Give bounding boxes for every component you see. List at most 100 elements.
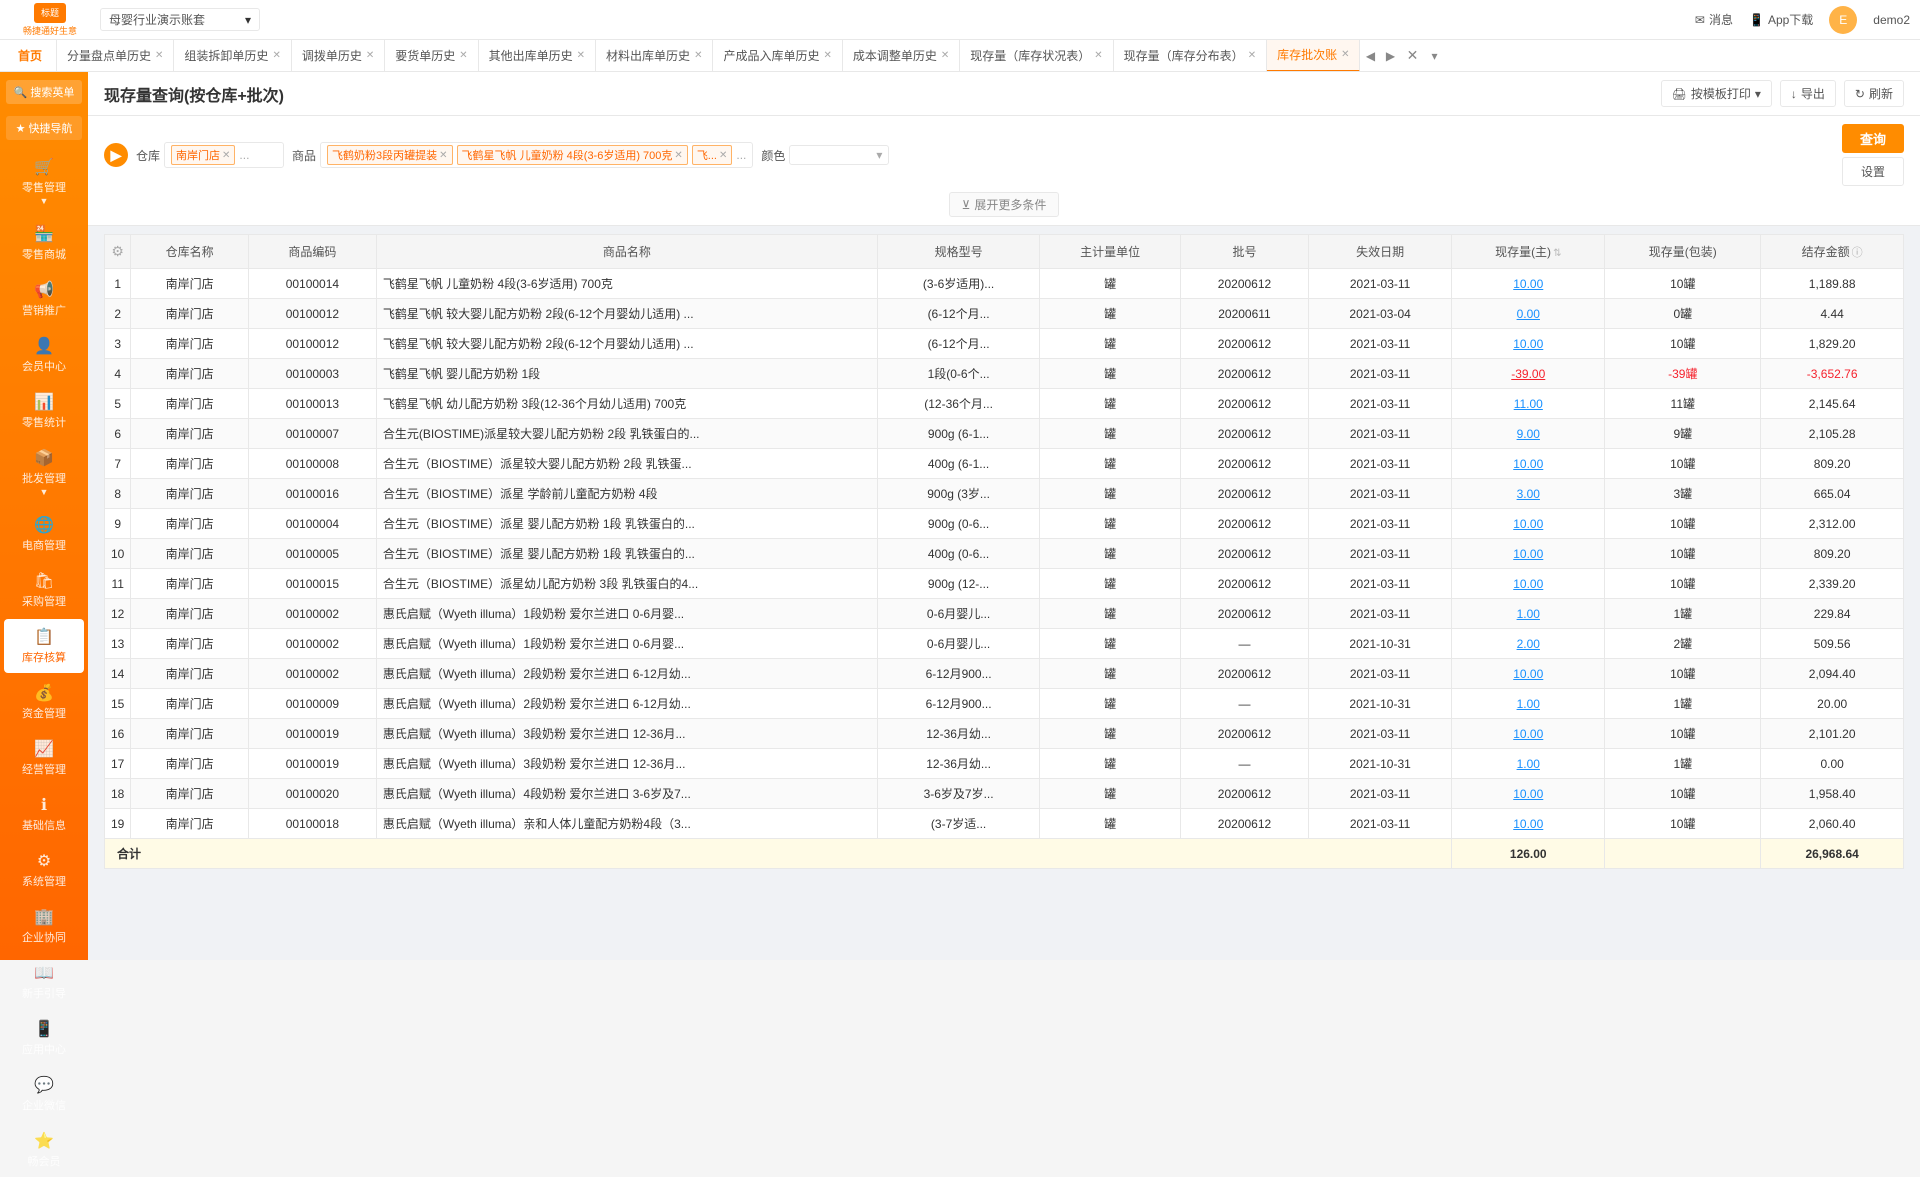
- row-qty[interactable]: 1.00: [1452, 749, 1605, 779]
- tab-stock-status[interactable]: 现存量（库存状况表） ✕: [960, 40, 1113, 72]
- tab-other-out[interactable]: 其他出库单历史 ✕: [479, 40, 596, 72]
- color-tag-container[interactable]: ▾: [789, 145, 889, 165]
- sidebar-item-label: 新手引导: [22, 985, 66, 1001]
- warehouse-tag-close[interactable]: ✕: [222, 150, 230, 161]
- product-tag-container[interactable]: 飞鹤奶粉3段丙罐提装 ✕ 飞鹤星飞帆 儿童奶粉 4段(3-6岁适用) 700克 …: [320, 142, 753, 168]
- row-batch: 20200612: [1181, 599, 1309, 629]
- sidebar-item-label: 电商管理: [22, 537, 66, 553]
- tab-close-stock-dist[interactable]: ✕: [1248, 50, 1256, 61]
- row-qty[interactable]: 9.00: [1452, 419, 1605, 449]
- row-warehouse: 南岸门店: [131, 419, 249, 449]
- sidebar-item-inventory[interactable]: 📋 库存核算: [4, 619, 84, 673]
- sidebar-item-system[interactable]: ⚙ 系统管理: [4, 843, 84, 897]
- message-icon: ✉: [1695, 13, 1705, 27]
- sidebar-item-app-center[interactable]: 📱 应用中心: [4, 1011, 84, 1065]
- avatar[interactable]: E: [1829, 6, 1857, 34]
- export-button[interactable]: ↓ 导出: [1780, 80, 1836, 107]
- sidebar-item-retail-mgmt[interactable]: 🛒 零售管理 ▼: [4, 149, 84, 214]
- row-qty[interactable]: 10.00: [1452, 719, 1605, 749]
- tab-close-other-out[interactable]: ✕: [577, 50, 585, 61]
- tab-transfer[interactable]: 调拨单历史 ✕: [292, 40, 385, 72]
- settings-button[interactable]: 设置: [1842, 157, 1904, 186]
- row-qty[interactable]: 1.00: [1452, 599, 1605, 629]
- sidebar-item-retail-stats[interactable]: 📊 零售统计: [4, 384, 84, 438]
- tab-close-requisition[interactable]: ✕: [459, 50, 467, 61]
- sidebar-item-basic-info[interactable]: ℹ 基础信息: [4, 787, 84, 841]
- row-spec: 12-36月幼...: [877, 749, 1040, 779]
- sidebar-item-guide[interactable]: 📖 新手引导: [4, 955, 84, 1009]
- sidebar-item-member[interactable]: 👤 会员中心: [4, 328, 84, 382]
- tab-close-all-button[interactable]: ✕: [1400, 40, 1424, 72]
- tab-material-out[interactable]: 材料出库单历史 ✕: [596, 40, 713, 72]
- expand-more-button[interactable]: ⊻ 展开更多条件: [949, 192, 1060, 217]
- row-qty[interactable]: 10.00: [1452, 659, 1605, 689]
- tab-close-split-stock[interactable]: ✕: [155, 50, 163, 61]
- product-tag-extra-close[interactable]: ✕: [719, 150, 727, 161]
- user-name[interactable]: demo2: [1873, 13, 1910, 27]
- tab-stock-dist[interactable]: 现存量（库存分布表） ✕: [1114, 40, 1267, 72]
- sidebar-item-enterprise-wechat[interactable]: 💬 企业微信: [4, 1067, 84, 1121]
- industry-selector[interactable]: 母婴行业演示账套 ▾: [100, 8, 260, 31]
- row-qty[interactable]: 10.00: [1452, 449, 1605, 479]
- info-icon[interactable]: ⓘ: [1852, 247, 1863, 259]
- print-button[interactable]: 🖨 按模板打印 ▾: [1661, 80, 1772, 107]
- row-qty[interactable]: 10.00: [1452, 539, 1605, 569]
- product-ellipsis[interactable]: ...: [736, 148, 746, 162]
- product-tag-1-close[interactable]: ✕: [439, 150, 447, 161]
- product-tag-2-close[interactable]: ✕: [674, 150, 682, 161]
- tab-menu-button[interactable]: ▾: [1424, 40, 1444, 72]
- tab-prev-button[interactable]: ◀: [1360, 40, 1380, 72]
- tab-disassemble[interactable]: 组装拆卸单历史 ✕: [174, 40, 291, 72]
- row-batch: 20200612: [1181, 329, 1309, 359]
- tab-next-button[interactable]: ▶: [1380, 40, 1400, 72]
- row-qty[interactable]: 2.00: [1452, 629, 1605, 659]
- settings-icon[interactable]: ⚙: [111, 243, 124, 259]
- sidebar-item-marketing[interactable]: 📢 营销推广: [4, 272, 84, 326]
- tab-cost-adjust[interactable]: 成本调整单历史 ✕: [843, 40, 960, 72]
- row-qty[interactable]: 10.00: [1452, 269, 1605, 299]
- tab-close-product-in[interactable]: ✕: [823, 50, 831, 61]
- print-dropdown-icon: ▾: [1755, 87, 1761, 101]
- refresh-button[interactable]: ↻ 刷新: [1844, 80, 1904, 107]
- sidebar-item-purchase[interactable]: 🛍 采购管理: [4, 563, 84, 617]
- warehouse-tag-container[interactable]: 南岸门店 ✕ ...: [164, 142, 284, 168]
- message-button[interactable]: ✉ 消息: [1695, 11, 1733, 28]
- row-qty[interactable]: 3.00: [1452, 479, 1605, 509]
- tab-batch-approve[interactable]: 库存批次账 ✕: [1267, 40, 1360, 72]
- sidebar-item-ecommerce[interactable]: 🌐 电商管理: [4, 507, 84, 561]
- search-single-btn[interactable]: 🔍 搜索英单: [6, 80, 82, 104]
- ecommerce-icon: 🌐: [34, 515, 54, 535]
- sidebar-item-finance[interactable]: 💰 资金管理: [4, 675, 84, 729]
- filter-expand-button[interactable]: ▶: [104, 143, 128, 167]
- tab-product-in[interactable]: 产成品入库单历史 ✕: [713, 40, 842, 72]
- row-qty[interactable]: 10.00: [1452, 779, 1605, 809]
- tab-close-disassemble[interactable]: ✕: [272, 50, 280, 61]
- row-qty[interactable]: 0.00: [1452, 299, 1605, 329]
- tab-close-cost-adjust[interactable]: ✕: [941, 50, 949, 61]
- tab-close-batch-approve[interactable]: ✕: [1341, 49, 1349, 60]
- tab-close-stock-status[interactable]: ✕: [1094, 50, 1102, 61]
- row-qty[interactable]: 10.00: [1452, 809, 1605, 839]
- row-qty[interactable]: 11.00: [1452, 389, 1605, 419]
- sidebar-item-retail-mall[interactable]: 🏪 零售商城: [4, 216, 84, 270]
- sidebar-item-member2[interactable]: ⭐ 畅会员: [4, 1123, 84, 1177]
- row-batch: 20200611: [1181, 299, 1309, 329]
- tab-split-stock[interactable]: 分量盘点单历史 ✕: [57, 40, 174, 72]
- sidebar-item-operations[interactable]: 📈 经营管理: [4, 731, 84, 785]
- row-qty[interactable]: -39.00: [1452, 359, 1605, 389]
- app-download-button[interactable]: 📱 App下载: [1749, 11, 1813, 28]
- tab-home[interactable]: 首页: [4, 40, 57, 72]
- row-qty[interactable]: 1.00: [1452, 689, 1605, 719]
- warehouse-ellipsis[interactable]: ...: [239, 148, 249, 162]
- sidebar-item-enterprise[interactable]: 🏢 企业协同: [4, 899, 84, 953]
- row-qty[interactable]: 10.00: [1452, 509, 1605, 539]
- tab-close-transfer[interactable]: ✕: [366, 50, 374, 61]
- row-qty[interactable]: 10.00: [1452, 329, 1605, 359]
- col-settings-header[interactable]: ⚙: [105, 235, 131, 269]
- sidebar-item-wholesale[interactable]: 📦 批发管理 ▼: [4, 440, 84, 505]
- query-button[interactable]: 查询: [1842, 124, 1904, 153]
- tab-close-material-out[interactable]: ✕: [694, 50, 702, 61]
- row-qty[interactable]: 10.00: [1452, 569, 1605, 599]
- quick-nav-btn[interactable]: ★ 快捷导航: [6, 116, 82, 140]
- tab-requisition[interactable]: 要货单历史 ✕: [385, 40, 478, 72]
